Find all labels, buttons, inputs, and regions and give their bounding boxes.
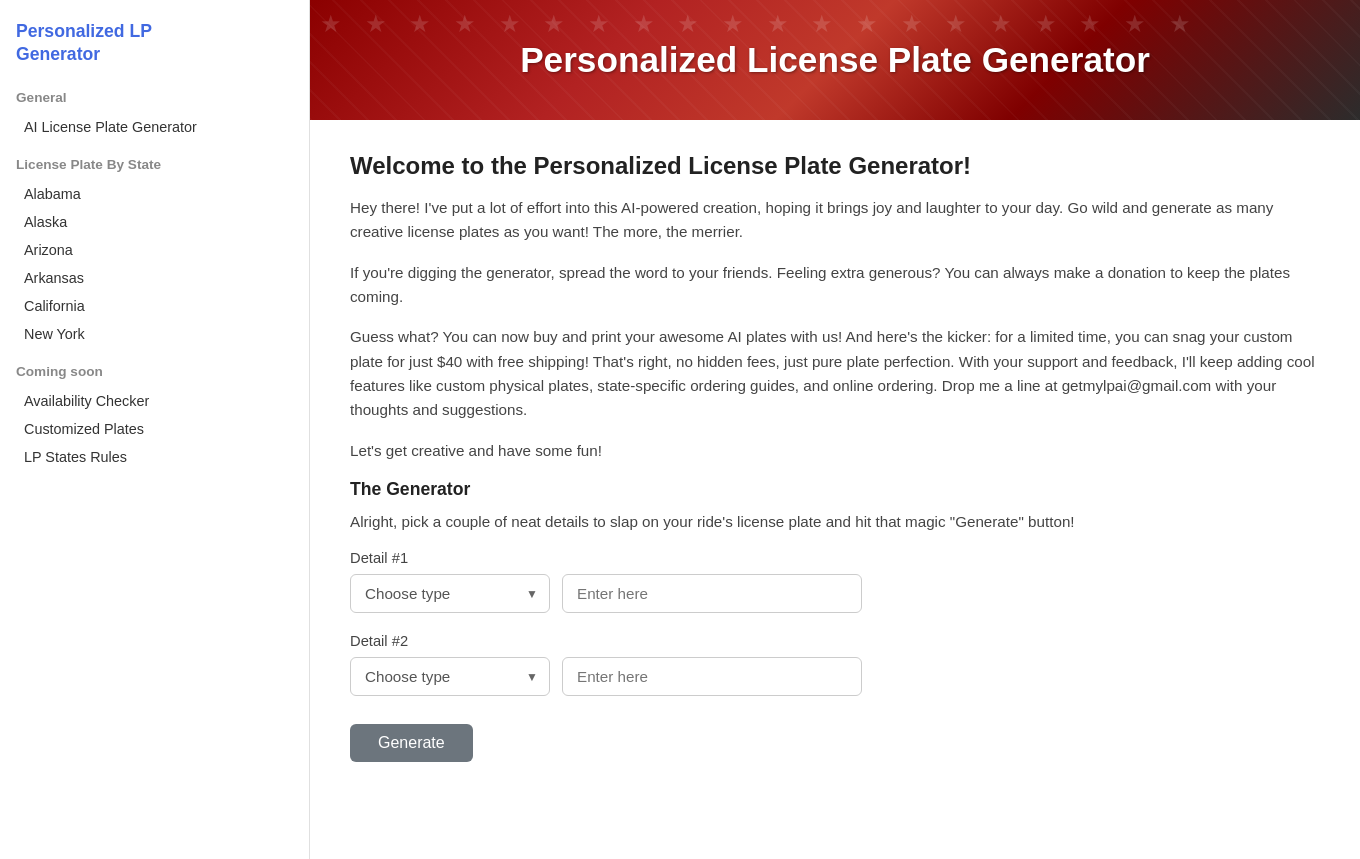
intro-para-4: Let's get creative and have some fun! [350, 439, 1320, 463]
detail-1-row: Choose type Name Word Number Phrase ▼ [350, 574, 1320, 613]
sidebar: Personalized LP Generator General AI Lic… [0, 0, 310, 859]
detail-1-text-input[interactable] [562, 574, 862, 613]
detail-2-section: Detail #2 Choose type Name Word Number P… [350, 633, 1320, 696]
lp-by-state-section-title: License Plate By State [16, 157, 293, 172]
welcome-title: Welcome to the Personalized License Plat… [350, 152, 1320, 180]
detail-2-row: Choose type Name Word Number Phrase ▼ [350, 657, 1320, 696]
detail-2-label: Detail #2 [350, 633, 1320, 649]
sidebar-item-arizona[interactable]: Arizona [16, 236, 293, 264]
coming-soon-section-title: Coming soon [16, 364, 293, 379]
sidebar-item-new-york[interactable]: New York [16, 320, 293, 348]
sidebar-item-alaska[interactable]: Alaska [16, 208, 293, 236]
generator-intro: Alright, pick a couple of neat details t… [350, 510, 1320, 534]
main-content-area: Personalized License Plate Generator Wel… [310, 0, 1360, 859]
sidebar-item-availability-checker[interactable]: Availability Checker [16, 387, 293, 415]
intro-para-3: Guess what? You can now buy and print yo… [350, 325, 1320, 422]
detail-2-type-select[interactable]: Choose type Name Word Number Phrase [350, 657, 550, 696]
sidebar-item-california[interactable]: California [16, 292, 293, 320]
hero-banner: Personalized License Plate Generator [310, 0, 1360, 120]
intro-para-1: Hey there! I've put a lot of effort into… [350, 196, 1320, 245]
detail-1-label: Detail #1 [350, 550, 1320, 566]
generator-subtitle: The Generator [350, 479, 1320, 500]
sidebar-item-arkansas[interactable]: Arkansas [16, 264, 293, 292]
content-section: Welcome to the Personalized License Plat… [310, 120, 1360, 859]
detail-1-select-wrapper: Choose type Name Word Number Phrase ▼ [350, 574, 550, 613]
sidebar-item-customized-plates[interactable]: Customized Plates [16, 415, 293, 443]
sidebar-item-alabama[interactable]: Alabama [16, 180, 293, 208]
intro-para-2: If you're digging the generator, spread … [350, 261, 1320, 310]
hero-title: Personalized License Plate Generator [520, 40, 1150, 80]
detail-1-section: Detail #1 Choose type Name Word Number P… [350, 550, 1320, 613]
detail-2-text-input[interactable] [562, 657, 862, 696]
detail-2-select-wrapper: Choose type Name Word Number Phrase ▼ [350, 657, 550, 696]
detail-1-type-select[interactable]: Choose type Name Word Number Phrase [350, 574, 550, 613]
generate-button[interactable]: Generate [350, 724, 473, 762]
sidebar-item-ai-lp-gen[interactable]: AI License Plate Generator [16, 113, 293, 141]
sidebar-item-lp-states-rules[interactable]: LP States Rules [16, 443, 293, 471]
sidebar-logo: Personalized LP Generator [16, 20, 293, 66]
general-section-title: General [16, 90, 293, 105]
